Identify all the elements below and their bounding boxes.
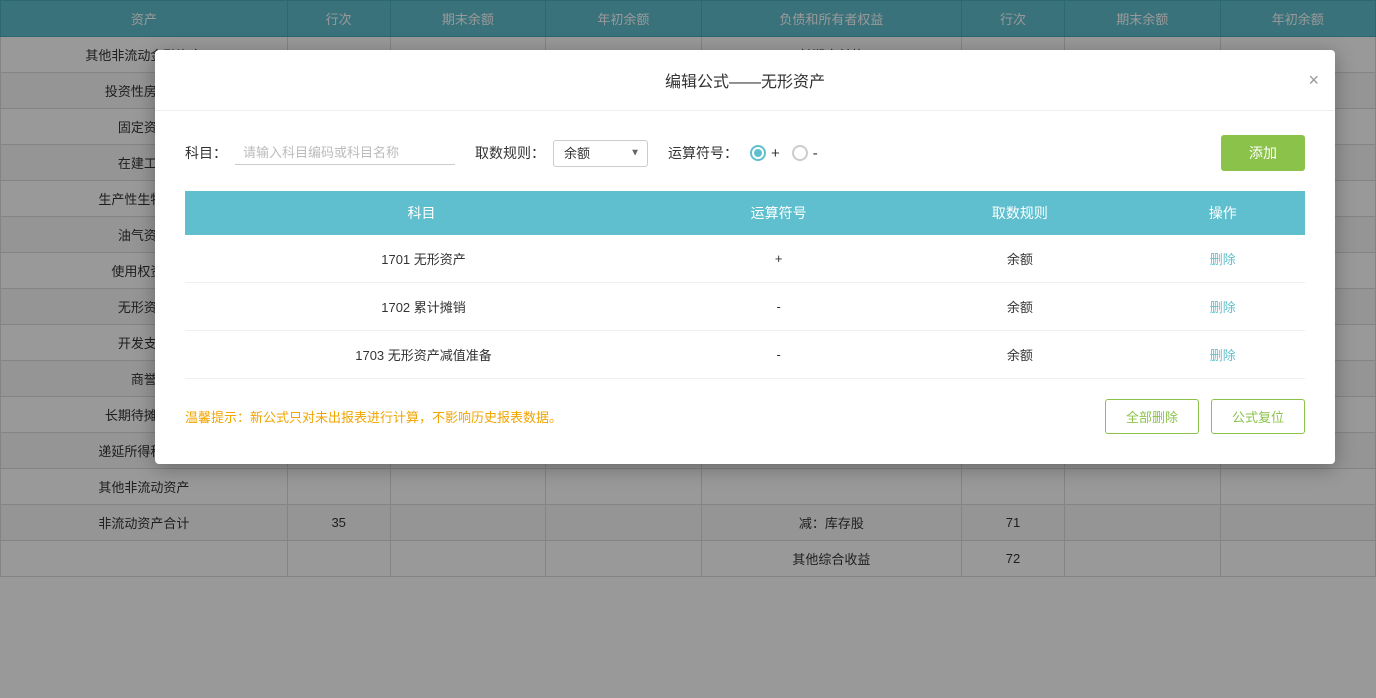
subject-label: 科目： <box>185 143 227 163</box>
row-rule-0: 余额 <box>899 235 1140 283</box>
formula-table: 科目 运算符号 取数规则 操作 1701 无形资产 + 余额 删除 1702 累… <box>185 191 1305 379</box>
add-button[interactable]: 添加 <box>1221 135 1305 171</box>
row-operator-0: + <box>658 235 899 283</box>
table-row: 1702 累计摊销 - 余额 删除 <box>185 283 1305 331</box>
row-action-0: 删除 <box>1140 235 1305 283</box>
rule-group: 取数规则： 余额 借方 贷方 借方累计 贷方累计 <box>475 140 648 167</box>
modal-footer: 温馨提示：新公式只对未出报表进行计算，不影响历史报表数据。 全部删除 公式复位 <box>155 379 1335 434</box>
operator-plus-radio[interactable] <box>750 145 766 161</box>
formula-table-wrapper: 科目 运算符号 取数规则 操作 1701 无形资产 + 余额 删除 1702 累… <box>155 191 1335 379</box>
subject-input[interactable] <box>235 141 455 165</box>
row-subject-1: 1702 累计摊销 <box>185 283 658 331</box>
th-operator: 运算符号 <box>658 191 899 235</box>
row-action-2: 删除 <box>1140 331 1305 379</box>
operator-label: 运算符号： <box>668 143 738 163</box>
row-subject-2: 1703 无形资产减值准备 <box>185 331 658 379</box>
operator-minus-radio[interactable] <box>792 145 808 161</box>
delete-button-1[interactable]: 删除 <box>1210 297 1236 316</box>
rule-select[interactable]: 余额 借方 贷方 借方累计 贷方累计 <box>553 140 648 167</box>
rule-label: 取数规则： <box>475 143 545 163</box>
operator-group: 运算符号： + - <box>668 143 818 163</box>
delete-button-0[interactable]: 删除 <box>1210 249 1236 268</box>
rule-select-wrapper: 余额 借方 贷方 借方累计 贷方累计 <box>553 140 648 167</box>
table-row: 1703 无形资产减值准备 - 余额 删除 <box>185 331 1305 379</box>
operator-minus-option[interactable]: - <box>792 145 818 162</box>
modal-close-button[interactable]: × <box>1308 71 1319 89</box>
row-operator-1: - <box>658 283 899 331</box>
row-operator-2: - <box>658 331 899 379</box>
delete-button-2[interactable]: 删除 <box>1210 345 1236 364</box>
modal-title: 编辑公式——无形资产 <box>665 68 825 92</box>
th-subject: 科目 <box>185 191 658 235</box>
delete-all-button[interactable]: 全部删除 <box>1105 399 1199 434</box>
operator-plus-label: + <box>771 145 780 162</box>
th-rule: 取数规则 <box>899 191 1140 235</box>
row-rule-1: 余额 <box>899 283 1140 331</box>
edit-formula-modal: 编辑公式——无形资产 × 科目： 取数规则： 余额 借方 贷方 借方累计 贷方累… <box>155 50 1335 464</box>
reset-formula-button[interactable]: 公式复位 <box>1211 399 1305 434</box>
row-subject-0: 1701 无形资产 <box>185 235 658 283</box>
operator-minus-label: - <box>813 145 818 162</box>
row-rule-2: 余额 <box>899 331 1140 379</box>
operator-plus-option[interactable]: + <box>750 145 780 162</box>
modal-header: 编辑公式——无形资产 × <box>155 50 1335 111</box>
modal-form: 科目： 取数规则： 余额 借方 贷方 借方累计 贷方累计 运算符号： + <box>155 111 1335 191</box>
row-action-1: 删除 <box>1140 283 1305 331</box>
th-action: 操作 <box>1140 191 1305 235</box>
footer-buttons: 全部删除 公式复位 <box>1105 399 1305 434</box>
footer-hint: 温馨提示：新公式只对未出报表进行计算，不影响历史报表数据。 <box>185 407 562 426</box>
table-row: 1701 无形资产 + 余额 删除 <box>185 235 1305 283</box>
subject-group: 科目： <box>185 141 455 165</box>
table-header-row: 科目 运算符号 取数规则 操作 <box>185 191 1305 235</box>
